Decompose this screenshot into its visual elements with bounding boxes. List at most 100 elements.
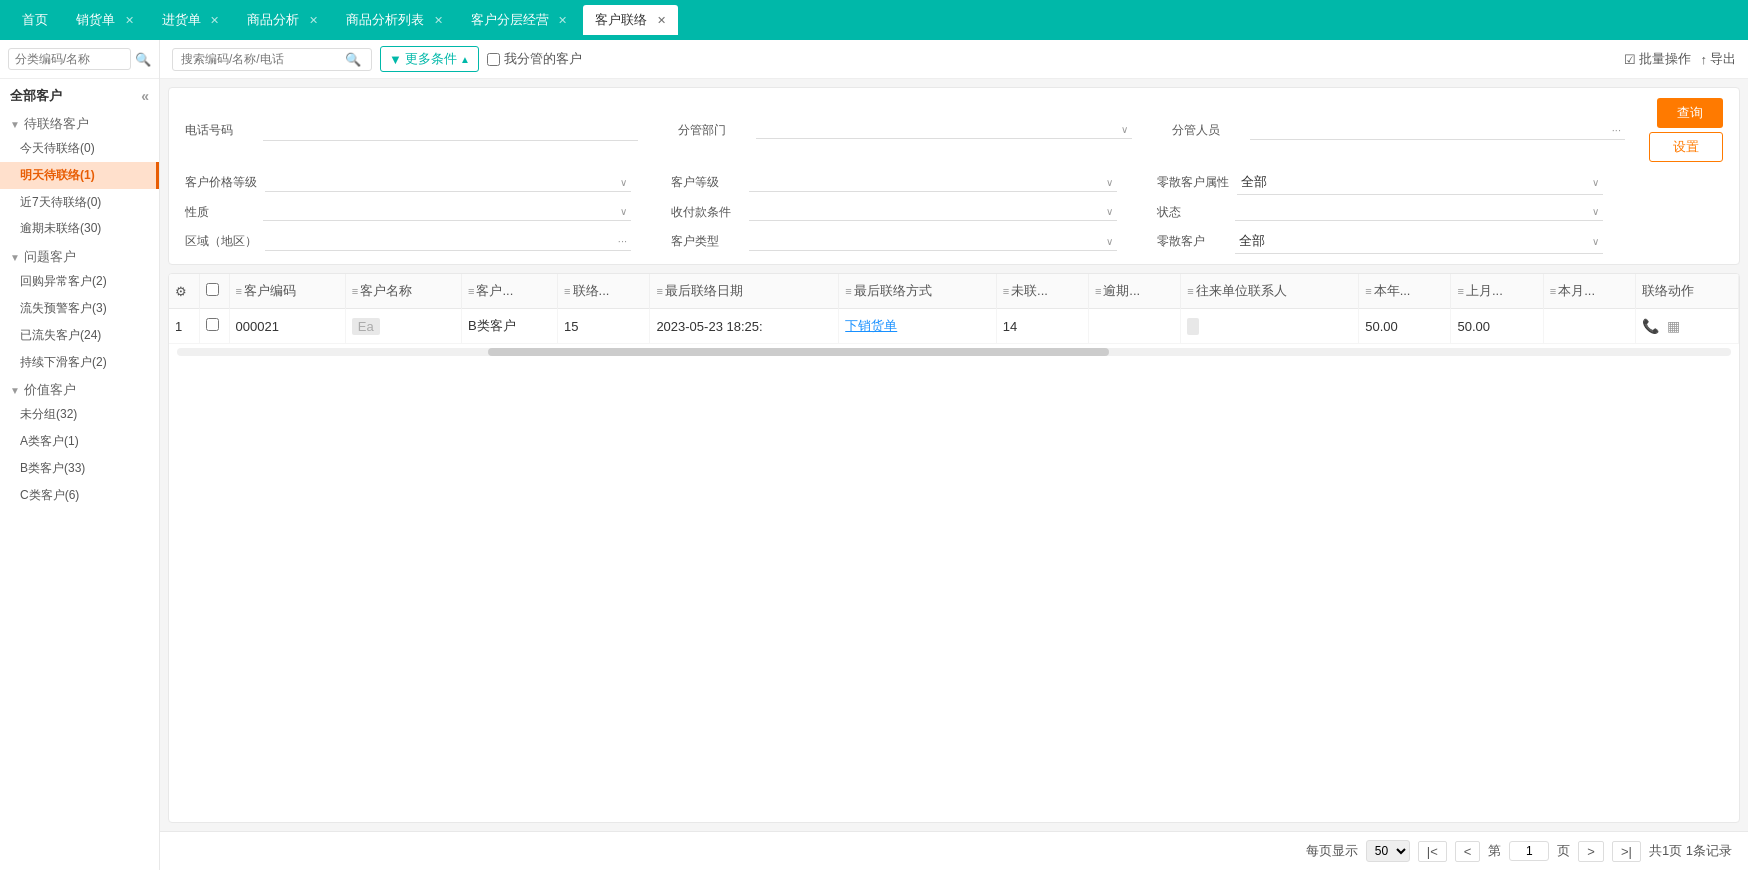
- table-row: 1 000021 Ea B类客户 15 2023-05-23 18:25: 下销…: [169, 309, 1739, 344]
- sidebar-item-type-a[interactable]: A类客户(1): [0, 428, 159, 455]
- filter-row-1: 电话号码 分管部门 ∨ 分管人员 ···: [185, 98, 1723, 162]
- cell-check[interactable]: [199, 309, 229, 344]
- dept-chevron-icon: ∨: [1121, 124, 1128, 135]
- price-level-select[interactable]: ∨: [265, 174, 631, 192]
- contact-action-icon[interactable]: 📞: [1642, 318, 1659, 334]
- scrollbar-thumb[interactable]: [488, 348, 1110, 356]
- filter-customer-type: 客户类型 ∨: [671, 233, 1117, 251]
- sidebar-item-today-pending[interactable]: 今天待联络(0): [0, 135, 159, 162]
- group-value-customers: 价值客户: [0, 375, 159, 401]
- status-select[interactable]: ∨: [1235, 203, 1603, 221]
- sidebar-collapse-icon[interactable]: «: [141, 88, 149, 104]
- nav-sales[interactable]: 销货单 ✕: [64, 5, 146, 35]
- filter-retail-customer: 零散客户 全部∨: [1157, 229, 1603, 254]
- person-select[interactable]: ···: [1250, 121, 1625, 140]
- page-label: 第: [1488, 842, 1501, 860]
- close-analysis-tab[interactable]: ✕: [309, 14, 318, 26]
- col-checkbox[interactable]: [199, 274, 229, 309]
- sidebar-search-area: 🔍: [0, 40, 159, 79]
- cell-last-contact-way[interactable]: 下销货单: [839, 309, 996, 344]
- row-checkbox[interactable]: [206, 318, 219, 331]
- toolbar-search-input[interactable]: [181, 52, 341, 66]
- sidebar-item-overdue[interactable]: 逾期未联络(30): [0, 215, 159, 242]
- last-page-button[interactable]: >|: [1612, 841, 1641, 862]
- nav-purchase[interactable]: 进货单 ✕: [150, 5, 232, 35]
- filter-gender: 性质 ∨: [185, 203, 631, 221]
- select-all-checkbox[interactable]: [206, 283, 219, 296]
- gender-select[interactable]: ∨: [263, 203, 631, 221]
- col-last-contact-way: ≡最后联络方式: [839, 274, 996, 309]
- nav-home[interactable]: 首页: [10, 5, 60, 35]
- cell-no-contact: 14: [996, 309, 1088, 344]
- export-button[interactable]: ↑ 导出: [1701, 50, 1737, 68]
- sidebar-item-week-pending[interactable]: 近7天待联络(0): [0, 189, 159, 216]
- group-value-label: 价值客户: [24, 381, 76, 399]
- payment-select[interactable]: ∨: [749, 203, 1117, 221]
- qrcode-action-icon[interactable]: ▦: [1667, 318, 1680, 334]
- col-this-month: ≡本月...: [1543, 274, 1635, 309]
- batch-operation-button[interactable]: ☑ 批量操作: [1624, 50, 1691, 68]
- filter-row-3: 性质 ∨ 收付款条件 ∨ 状态 ∨: [185, 203, 1723, 221]
- sidebar-item-tomorrow-pending[interactable]: 明天待联络(1): [0, 162, 159, 189]
- phone-label: 电话号码: [185, 122, 255, 139]
- sidebar-item-ungroup[interactable]: 未分组(32): [0, 401, 159, 428]
- close-analysis-list-tab[interactable]: ✕: [434, 14, 443, 26]
- toolbar-right: ☑ 批量操作 ↑ 导出: [1624, 50, 1737, 68]
- retail-customer-select[interactable]: 全部∨: [1235, 229, 1603, 254]
- sidebar-item-churn-warning[interactable]: 流失预警客户(3): [0, 295, 159, 322]
- cell-idx: 1: [169, 309, 199, 344]
- sidebar-item-repurchase[interactable]: 回购异常客户(2): [0, 268, 159, 295]
- cell-last-contact-date: 2023-05-23 18:25:: [650, 309, 839, 344]
- price-level-label: 客户价格等级: [185, 174, 257, 191]
- all-customers-header[interactable]: 全部客户 «: [0, 79, 159, 109]
- close-sales-tab[interactable]: ✕: [125, 14, 134, 26]
- nav-customer-contact[interactable]: 客户联络 ✕: [583, 5, 678, 35]
- customer-level-select[interactable]: ∨: [749, 174, 1117, 192]
- toolbar-search-icon[interactable]: 🔍: [345, 52, 361, 67]
- prev-page-button[interactable]: <: [1455, 841, 1481, 862]
- nav-analysis-list[interactable]: 商品分析列表 ✕: [334, 5, 455, 35]
- first-page-button[interactable]: |<: [1418, 841, 1447, 862]
- customer-type-select[interactable]: ∨: [749, 233, 1117, 251]
- sidebar-item-declining[interactable]: 持续下滑客户(2): [0, 349, 159, 376]
- retail-attr-select[interactable]: 全部∨: [1237, 170, 1603, 195]
- sidebar-item-type-c[interactable]: C类客户(6): [0, 482, 159, 509]
- next-page-button[interactable]: >: [1578, 841, 1604, 862]
- cell-unit-contact: [1181, 309, 1359, 344]
- sidebar-search-icon[interactable]: 🔍: [135, 52, 151, 67]
- col-settings[interactable]: ⚙: [169, 274, 199, 309]
- sidebar-item-churned[interactable]: 已流失客户(24): [0, 322, 159, 349]
- filter-person: 分管人员 ···: [1172, 121, 1625, 140]
- filter-region: 区域（地区） ···: [185, 232, 631, 251]
- all-customers-label: 全部客户: [10, 87, 62, 105]
- query-button[interactable]: 查询: [1657, 98, 1723, 128]
- close-customer-tier-tab[interactable]: ✕: [558, 14, 567, 26]
- toolbar-search-box[interactable]: 🔍: [172, 48, 372, 71]
- close-purchase-tab[interactable]: ✕: [210, 14, 219, 26]
- phone-input[interactable]: [263, 120, 638, 141]
- col-no-contact: ≡未联...: [996, 274, 1088, 309]
- nav-customer-tier[interactable]: 客户分层经营 ✕: [459, 5, 580, 35]
- my-customers-checkbox[interactable]: [487, 53, 500, 66]
- sidebar-item-type-b[interactable]: B类客户(33): [0, 455, 159, 482]
- region-select[interactable]: ···: [265, 232, 631, 251]
- col-this-year: ≡本年...: [1359, 274, 1451, 309]
- my-customers-checkbox-label[interactable]: 我分管的客户: [487, 50, 582, 68]
- more-filter-button[interactable]: ▼ 更多条件 ▲: [380, 46, 479, 72]
- sidebar-search-input[interactable]: [8, 48, 131, 70]
- set-button[interactable]: 设置: [1649, 132, 1723, 162]
- horizontal-scrollbar[interactable]: [177, 348, 1731, 356]
- content-area: 🔍 ▼ 更多条件 ▲ 我分管的客户 ☑ 批量操作 ↑ 导出: [160, 40, 1748, 870]
- filter-actions: 查询 设置: [1641, 98, 1723, 162]
- customer-type-label: 客户类型: [671, 233, 741, 250]
- batch-icon: ☑: [1624, 52, 1636, 67]
- dept-select[interactable]: ∨: [756, 121, 1131, 139]
- nav-analysis[interactable]: 商品分析 ✕: [235, 5, 330, 35]
- filter-row-2: 客户价格等级 ∨ 客户等级 ∨ 零散客户属性 全部∨: [185, 170, 1723, 195]
- col-contact-count: ≡联络...: [558, 274, 650, 309]
- last-contact-way-link[interactable]: 下销货单: [845, 318, 897, 333]
- per-page-select[interactable]: 50: [1366, 840, 1410, 862]
- close-customer-contact-tab[interactable]: ✕: [657, 14, 666, 26]
- page-number-input[interactable]: [1509, 841, 1549, 861]
- per-page-label: 每页显示: [1306, 842, 1358, 860]
